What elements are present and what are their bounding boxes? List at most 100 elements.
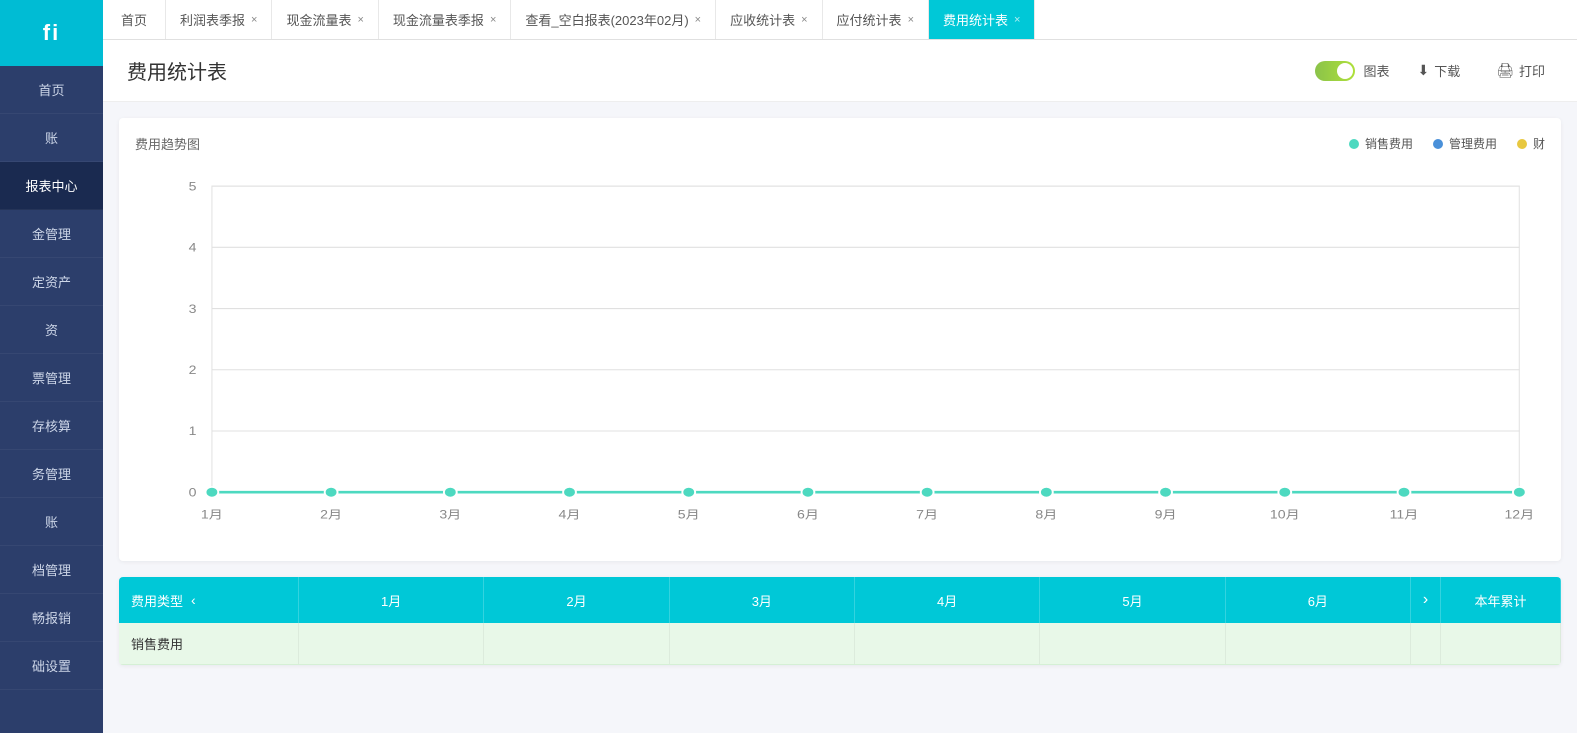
table-row-sales: 销售费用 (119, 623, 1561, 665)
svg-text:10月: 10月 (1270, 508, 1300, 521)
tab-expense-stats-close[interactable]: × (1014, 14, 1020, 26)
td-type-sales: 销售费用 (119, 623, 299, 664)
sidebar-item-sales[interactable]: 畅报销 (0, 594, 103, 642)
tab-profit-quarterly-label: 利润表季报 (180, 10, 245, 29)
tab-cashflow-quarterly-label: 现金流量表季报 (393, 10, 484, 29)
svg-text:5: 5 (189, 180, 197, 193)
legend-dot-sales (1349, 139, 1359, 149)
th-month-2: 2月 (484, 577, 669, 623)
legend-mgmt-label: 管理费用 (1449, 135, 1497, 152)
sidebar-item-settings[interactable]: 础设置 (0, 642, 103, 690)
chart-header: 费用趋势图 销售费用 管理费用 财 (135, 134, 1545, 153)
tab-cashflow-label: 现金流量表 (286, 10, 351, 29)
sidebar-item-archive-mgmt[interactable]: 档管理 (0, 546, 103, 594)
print-button[interactable]: 🖨 打印 (1488, 57, 1553, 84)
main-area: 首页 利润表季报 × 现金流量表 × 现金流量表季报 × 查看_空白报表(202… (103, 0, 1577, 733)
tab-home-label: 首页 (121, 10, 147, 29)
svg-text:4: 4 (189, 241, 197, 254)
tab-payable-label: 应付统计表 (837, 10, 902, 29)
tab-expense-stats[interactable]: 费用统计表 × (929, 0, 1035, 39)
svg-text:3: 3 (189, 302, 197, 315)
download-label: 下载 (1434, 61, 1460, 80)
content-area: 费用统计表 图表 ⬇ 下载 🖨 打印 (103, 40, 1577, 733)
svg-text:1: 1 (189, 424, 197, 437)
chart-toggle-wrap: 图表 (1315, 61, 1389, 81)
print-icon: 🖨 (1496, 62, 1514, 79)
tab-view-blank-close[interactable]: × (695, 14, 701, 26)
tab-profit-quarterly[interactable]: 利润表季报 × (166, 0, 272, 39)
legend-finance-expense: 财 (1517, 135, 1545, 152)
legend-sales-expense: 销售费用 (1349, 135, 1413, 152)
tab-cashflow[interactable]: 现金流量表 × (272, 0, 378, 39)
svg-text:1月: 1月 (201, 508, 223, 521)
legend-mgmt-expense: 管理费用 (1433, 135, 1497, 152)
th-last-col: 本年累计 (1441, 577, 1561, 623)
svg-text:5月: 5月 (678, 508, 700, 521)
th-next-icon[interactable]: › (1411, 577, 1441, 623)
tab-cashflow-quarterly[interactable]: 现金流量表季报 × (379, 0, 511, 39)
sidebar-item-inventory[interactable]: 存核算 (0, 402, 103, 450)
download-button[interactable]: ⬇ 下载 (1409, 57, 1468, 84)
sidebar-item-fund-mgmt[interactable]: 金管理 (0, 210, 103, 258)
svg-text:8月: 8月 (1035, 508, 1057, 521)
tab-payable[interactable]: 应付统计表 × (823, 0, 929, 39)
svg-text:9月: 9月 (1155, 508, 1177, 521)
svg-text:7月: 7月 (916, 508, 938, 521)
sidebar-item-investment[interactable]: 资 (0, 306, 103, 354)
sidebar-item-report-center[interactable]: 报表中心 (0, 162, 103, 210)
chart-toggle-label: 图表 (1363, 61, 1389, 80)
svg-text:3月: 3月 (439, 508, 461, 521)
chart-title: 费用趋势图 (135, 134, 200, 153)
tab-receivable-close[interactable]: × (801, 14, 807, 26)
tab-home[interactable]: 首页 (103, 0, 166, 39)
chart-svg: 0 1 2 3 4 5 1月 2月 3月 4月 5月 6月 7月 8月 9 (135, 165, 1545, 545)
tab-payable-close[interactable]: × (908, 14, 914, 26)
td-sales-nav-spacer (1411, 623, 1441, 664)
td-sales-2 (484, 623, 669, 664)
chart-toggle[interactable] (1315, 61, 1355, 81)
td-sales-1 (299, 623, 484, 664)
th-type-col: 费用类型 ‹ (119, 577, 299, 623)
th-month-1: 1月 (299, 577, 484, 623)
svg-text:11月: 11月 (1390, 508, 1419, 521)
page-header: 费用统计表 图表 ⬇ 下载 🖨 打印 (103, 40, 1577, 102)
tab-view-blank-label: 查看_空白报表(2023年02月) (525, 10, 688, 29)
th-type-label: 费用类型 (131, 591, 183, 610)
sidebar: fi 首页 账 报表中心 金管理 定资产 资 票管理 存核算 务管理 账 档管理… (0, 0, 103, 733)
legend-dot-mgmt (1433, 139, 1443, 149)
tab-bar: 首页 利润表季报 × 现金流量表 × 现金流量表季报 × 查看_空白报表(202… (103, 0, 1577, 40)
th-month-6: 6月 (1226, 577, 1411, 623)
sidebar-item-service-mgmt[interactable]: 务管理 (0, 450, 103, 498)
sidebar-item-account[interactable]: 账 (0, 114, 103, 162)
sidebar-item-home[interactable]: 首页 (0, 66, 103, 114)
td-sales-6 (1226, 623, 1411, 664)
tab-cashflow-quarterly-close[interactable]: × (490, 14, 496, 26)
sidebar-logo: fi (0, 0, 103, 66)
tab-profit-quarterly-close[interactable]: × (251, 14, 257, 26)
legend-sales-label: 销售费用 (1365, 135, 1413, 152)
th-prev-icon[interactable]: ‹ (191, 592, 196, 608)
svg-text:2月: 2月 (320, 508, 342, 521)
svg-text:4月: 4月 (559, 508, 581, 521)
td-sales-3 (670, 623, 855, 664)
sidebar-item-fixed-assets[interactable]: 定资产 (0, 258, 103, 306)
td-sales-total (1441, 623, 1561, 664)
svg-text:2: 2 (189, 363, 197, 376)
svg-text:0: 0 (189, 486, 197, 499)
sidebar-item-invoice-mgmt[interactable]: 票管理 (0, 354, 103, 402)
th-month-5: 5月 (1040, 577, 1225, 623)
header-actions: 图表 ⬇ 下载 🖨 打印 (1315, 57, 1553, 84)
svg-text:6月: 6月 (797, 508, 819, 521)
page-title: 费用统计表 (127, 56, 227, 85)
tab-expense-stats-label: 费用统计表 (943, 10, 1008, 29)
tab-receivable-label: 应收统计表 (730, 10, 795, 29)
download-icon: ⬇ (1417, 62, 1429, 79)
chart-container: 0 1 2 3 4 5 1月 2月 3月 4月 5月 6月 7月 8月 9 (135, 165, 1545, 545)
tab-receivable[interactable]: 应收统计表 × (716, 0, 822, 39)
sidebar-item-ledger[interactable]: 账 (0, 498, 103, 546)
th-month-4: 4月 (855, 577, 1040, 623)
tab-cashflow-close[interactable]: × (357, 14, 363, 26)
table-section: 费用类型 ‹ 1月 2月 3月 4月 5月 6月 › 本年累计 销售费用 (119, 577, 1561, 665)
toggle-knob (1337, 63, 1353, 79)
tab-view-blank[interactable]: 查看_空白报表(2023年02月) × (511, 0, 716, 39)
